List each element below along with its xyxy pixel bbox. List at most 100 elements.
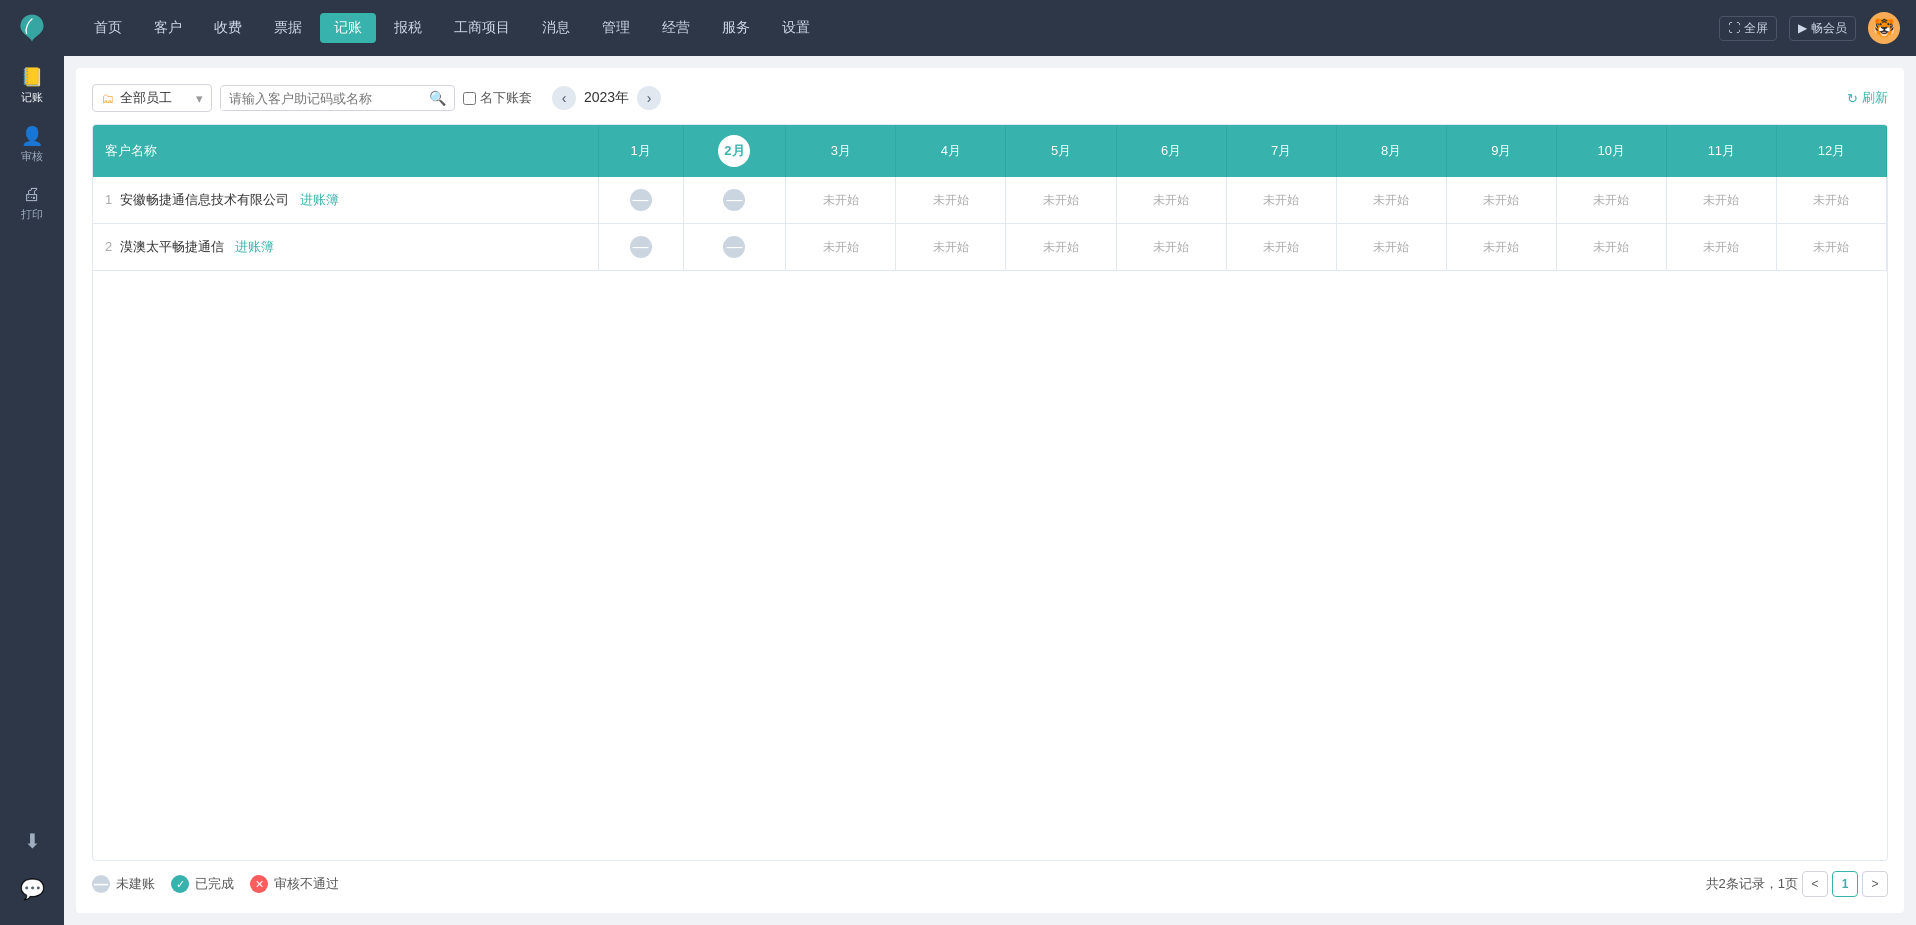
sidebar-item-ledger[interactable]: 📒 记账 xyxy=(0,56,64,115)
checkbox-label: 名下账套 xyxy=(480,89,532,107)
refresh-label: 刷新 xyxy=(1862,89,1888,107)
month-cell-m6[interactable]: 未开始 xyxy=(1116,224,1226,271)
month-cell-m1[interactable]: — xyxy=(598,224,683,271)
nav-home[interactable]: 首页 xyxy=(80,13,136,43)
month-cell-m2[interactable]: — xyxy=(683,177,786,224)
staff-select[interactable]: 🗂 全部员工 ▾ xyxy=(92,84,212,112)
enter-ledger-link[interactable]: 进账簿 xyxy=(300,192,339,207)
month-cell-m1[interactable]: — xyxy=(598,177,683,224)
year-display: 2023年 xyxy=(584,89,629,107)
search-button[interactable]: 🔍 xyxy=(421,86,454,110)
status-dash-icon: — xyxy=(723,189,745,211)
sidebar-ledger-label: 记账 xyxy=(21,90,43,105)
nav-ledger[interactable]: 记账 xyxy=(320,13,376,43)
support-icon[interactable]: 💬 xyxy=(12,869,53,909)
rejected-label: 审核不通过 xyxy=(274,875,339,893)
col-header-m12: 12月 xyxy=(1776,125,1886,177)
month-cell-m12[interactable]: 未开始 xyxy=(1776,224,1886,271)
month-cell-m5[interactable]: 未开始 xyxy=(1006,224,1116,271)
chevron-down-icon: ▾ xyxy=(196,91,203,106)
table-wrap[interactable]: 客户名称 1月 2月 3月 4月 5月 6月 7月 8月 9月 xyxy=(92,124,1888,861)
status-not-started: 未开始 xyxy=(1813,240,1849,254)
nav-tax[interactable]: 报税 xyxy=(380,13,436,43)
completed-label: 已完成 xyxy=(195,875,234,893)
month-cell-m10[interactable]: 未开始 xyxy=(1556,177,1666,224)
print-icon: 🖨 xyxy=(23,184,41,205)
month-cell-m11[interactable]: 未开始 xyxy=(1666,177,1776,224)
legend-rejected: ✕ 审核不通过 xyxy=(250,875,339,893)
col-header-m2: 2月 xyxy=(683,125,786,177)
col-header-m1: 1月 xyxy=(598,125,683,177)
nav-message[interactable]: 消息 xyxy=(528,13,584,43)
status-not-started: 未开始 xyxy=(1483,240,1519,254)
next-year-button[interactable]: › xyxy=(637,86,661,110)
current-month-circle: 2月 xyxy=(718,135,750,167)
month-cell-m11[interactable]: 未开始 xyxy=(1666,224,1776,271)
month-cell-m2[interactable]: — xyxy=(683,224,786,271)
fullscreen-button[interactable]: ⛶ 全屏 xyxy=(1719,16,1777,41)
vip-label: 畅会员 xyxy=(1811,20,1847,37)
nav-operation[interactable]: 经营 xyxy=(648,13,704,43)
sidebar-item-print[interactable]: 🖨 打印 xyxy=(0,174,64,232)
nav-settings[interactable]: 设置 xyxy=(768,13,824,43)
month-cell-m10[interactable]: 未开始 xyxy=(1556,224,1666,271)
month-cell-m5[interactable]: 未开始 xyxy=(1006,177,1116,224)
month-cell-m7[interactable]: 未开始 xyxy=(1226,177,1336,224)
legend-completed: ✓ 已完成 xyxy=(171,875,234,893)
sidebar-print-label: 打印 xyxy=(21,207,43,222)
month-cell-m8[interactable]: 未开始 xyxy=(1336,224,1446,271)
status-dash-icon: — xyxy=(723,236,745,258)
enter-ledger-link[interactable]: 进账簿 xyxy=(235,239,274,254)
status-not-started: 未开始 xyxy=(823,240,859,254)
month-cell-m9[interactable]: 未开始 xyxy=(1446,177,1556,224)
col-header-m3: 3月 xyxy=(786,125,896,177)
topnav: 首页 客户 收费 票据 记账 报税 工商项目 消息 管理 经营 服务 设置 ⛶ … xyxy=(64,0,1916,56)
row-index: 2 xyxy=(105,239,112,254)
nav-biz[interactable]: 工商项目 xyxy=(440,13,524,43)
fullscreen-icon: ⛶ xyxy=(1728,21,1740,35)
refresh-icon: ↻ xyxy=(1847,91,1858,106)
month-cell-m8[interactable]: 未开始 xyxy=(1336,177,1446,224)
avatar[interactable]: 🐯 xyxy=(1868,12,1900,44)
nav-service[interactable]: 服务 xyxy=(708,13,764,43)
vip-icon: ▶ xyxy=(1798,21,1807,35)
month-cell-m4[interactable]: 未开始 xyxy=(896,224,1006,271)
nav-customer[interactable]: 客户 xyxy=(140,13,196,43)
col-header-m4: 4月 xyxy=(896,125,1006,177)
prev-page-button[interactable]: < xyxy=(1802,871,1828,897)
not-created-label: 未建账 xyxy=(116,875,155,893)
nav-fee[interactable]: 收费 xyxy=(200,13,256,43)
ledger-icon: 📒 xyxy=(21,66,43,88)
sidebar: 📒 记账 👤 审核 🖨 打印 ⬇ 💬 xyxy=(0,0,64,925)
next-page-button[interactable]: > xyxy=(1862,871,1888,897)
status-not-started: 未开始 xyxy=(1043,193,1079,207)
download-icon[interactable]: ⬇ xyxy=(16,821,49,861)
subsidiary-checkbox[interactable] xyxy=(463,92,476,105)
col-header-m11: 11月 xyxy=(1666,125,1776,177)
month-cell-m9[interactable]: 未开始 xyxy=(1446,224,1556,271)
vip-button[interactable]: ▶ 畅会员 xyxy=(1789,16,1856,41)
month-cell-m6[interactable]: 未开始 xyxy=(1116,177,1226,224)
month-cell-m3[interactable]: 未开始 xyxy=(786,177,896,224)
main-wrap: 首页 客户 收费 票据 记账 报税 工商项目 消息 管理 经营 服务 设置 ⛶ … xyxy=(64,0,1916,925)
checkbox-wrap[interactable]: 名下账套 xyxy=(463,89,532,107)
search-input[interactable] xyxy=(221,87,421,110)
col-header-m6: 6月 xyxy=(1116,125,1226,177)
status-dash-icon: — xyxy=(630,236,652,258)
col-header-m10: 10月 xyxy=(1556,125,1666,177)
month-cell-m12[interactable]: 未开始 xyxy=(1776,177,1886,224)
logo-icon xyxy=(14,10,50,46)
staff-select-label: 全部员工 xyxy=(120,89,172,107)
month-cell-m4[interactable]: 未开始 xyxy=(896,177,1006,224)
month-cell-m3[interactable]: 未开始 xyxy=(786,224,896,271)
refresh-button[interactable]: ↻ 刷新 xyxy=(1847,89,1888,107)
status-not-started: 未开始 xyxy=(823,193,859,207)
status-not-started: 未开始 xyxy=(1593,193,1629,207)
nav-invoice[interactable]: 票据 xyxy=(260,13,316,43)
sidebar-item-audit[interactable]: 👤 审核 xyxy=(0,115,64,174)
not-created-icon: — xyxy=(92,875,110,893)
col-header-name: 客户名称 xyxy=(93,125,598,177)
nav-manage[interactable]: 管理 xyxy=(588,13,644,43)
month-cell-m7[interactable]: 未开始 xyxy=(1226,224,1336,271)
prev-year-button[interactable]: ‹ xyxy=(552,86,576,110)
